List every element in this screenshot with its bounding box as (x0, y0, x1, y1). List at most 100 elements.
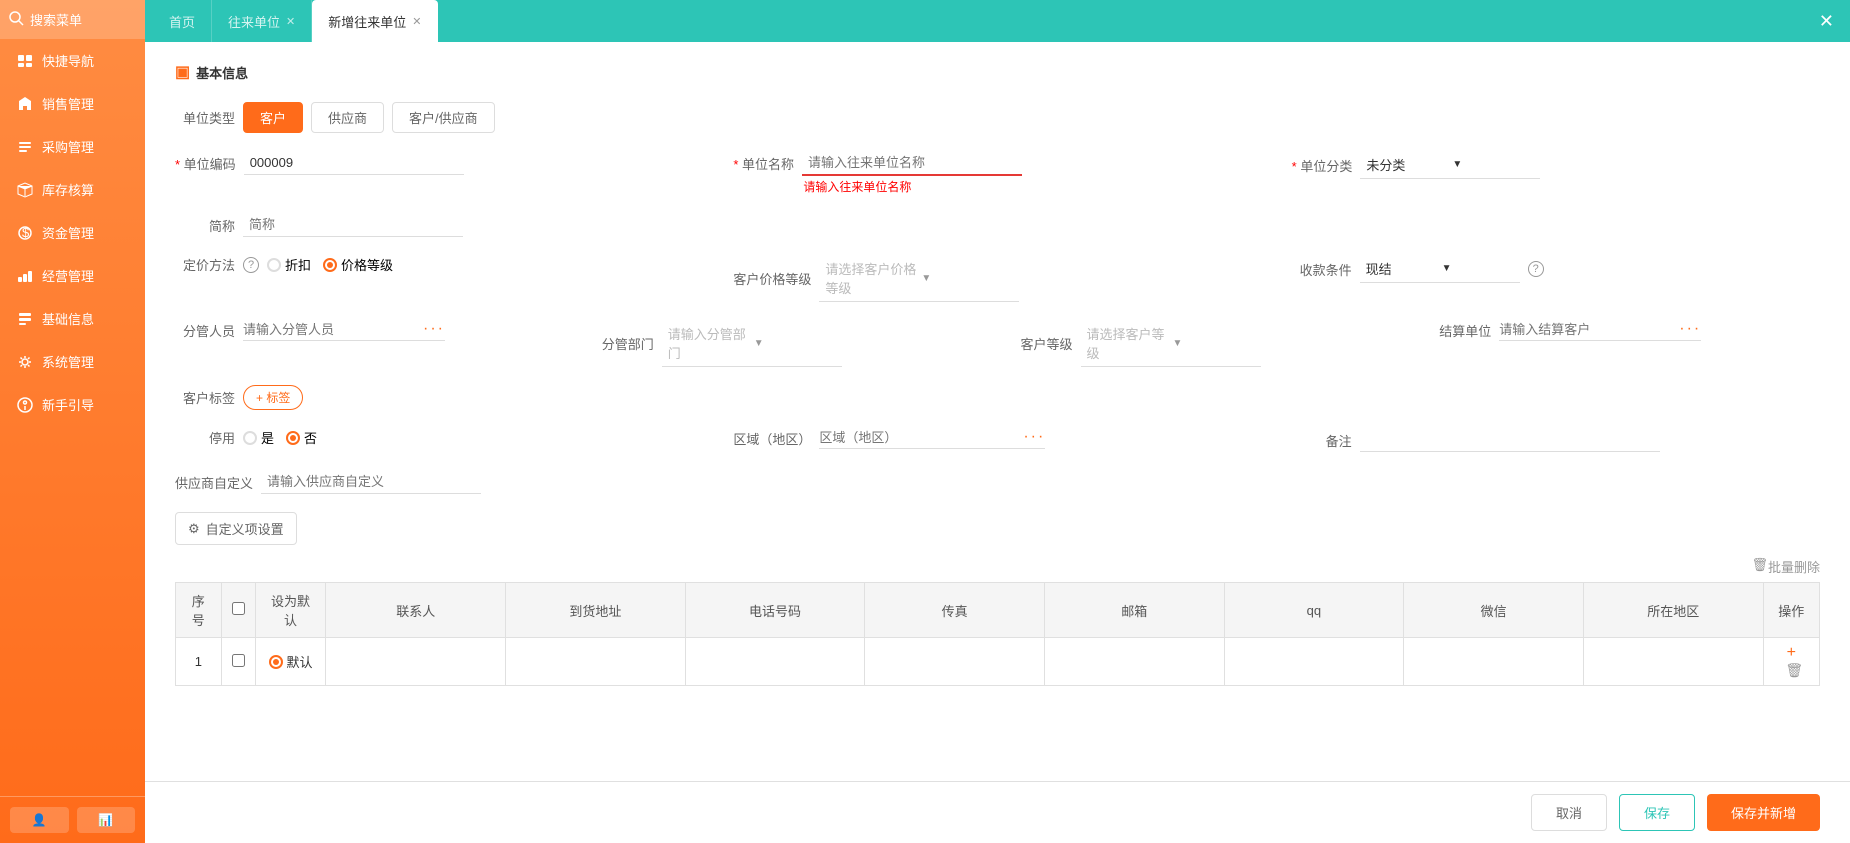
department-select[interactable]: 请输入分管部门 ▼ (662, 320, 842, 367)
close-all-icon[interactable]: ✕ (1811, 11, 1842, 32)
row-wechat-input[interactable] (1414, 654, 1573, 669)
radio-level[interactable]: 价格等级 (323, 255, 393, 274)
sidebar-item-system[interactable]: 系统管理 (0, 340, 145, 383)
radio-no[interactable]: 否 (286, 428, 317, 447)
table-row: 1 默认 (176, 638, 1820, 686)
tab-new-unit-label: 新增往来单位 (328, 12, 406, 31)
sidebar-item-operations[interactable]: 经营管理 (0, 254, 145, 297)
tab-new-unit[interactable]: 新增往来单位 ✕ (312, 0, 438, 42)
settlement-more-btn[interactable]: ··· (1679, 320, 1701, 338)
sidebar-item-finance[interactable]: $ 资金管理 (0, 211, 145, 254)
batch-delete-label[interactable]: 批量删除 (1768, 557, 1820, 576)
manager-input-group: ··· (243, 320, 445, 341)
add-tag-btn[interactable]: + 标签 (243, 385, 303, 410)
sidebar-item-purchase[interactable]: 采购管理 (0, 125, 145, 168)
tab-unit-list-close[interactable]: ✕ (286, 15, 295, 28)
unit-category-group: 单位分类 未分类 ▼ (1292, 151, 1820, 179)
save-new-button[interactable]: 保存并新增 (1707, 794, 1820, 831)
short-name-group: 简称 (175, 213, 1820, 237)
unit-category-arrow: ▼ (1452, 159, 1534, 170)
row-region (1583, 638, 1763, 686)
sidebar-item-label: 销售管理 (42, 94, 94, 113)
row-default-label: 默认 (287, 652, 313, 671)
type-btn-customer[interactable]: 客户 (243, 102, 303, 133)
sidebar-item-inventory[interactable]: 库存核算 (0, 168, 145, 211)
settlement-label: 结算单位 (1431, 321, 1491, 340)
pricing-method-group: 定价方法 ? 折扣 价格等级 (175, 255, 703, 274)
search-menu[interactable]: 搜索菜单 (0, 0, 145, 39)
settlement-input[interactable] (1499, 322, 1675, 337)
row-add-btn[interactable]: + (1787, 644, 1796, 661)
customer-tag-label: 客户标签 (175, 388, 235, 407)
row-contact-input[interactable] (336, 654, 495, 669)
manager-row: 分管人员 ··· 分管部门 请输入分管部门 ▼ 客户等级 请选择客户等级 ▼ (175, 320, 1820, 367)
cancel-button[interactable]: 取消 (1531, 794, 1607, 831)
pricing-radio-group: 折扣 价格等级 (267, 255, 393, 274)
custom-settings-btn[interactable]: ⚙ 自定义项设置 (175, 512, 297, 545)
row-email-input[interactable] (1055, 654, 1214, 669)
supplier-custom-input[interactable] (261, 470, 481, 494)
short-name-row: 简称 (175, 213, 1820, 237)
radio-yes-label: 是 (261, 428, 274, 447)
sidebar-item-quick-nav[interactable]: 快捷导航 (0, 39, 145, 82)
radio-yes[interactable]: 是 (243, 428, 274, 447)
system-icon (16, 353, 34, 371)
sidebar-item-basic[interactable]: 基础信息 (0, 297, 145, 340)
area-more-btn[interactable]: ··· (1023, 428, 1045, 446)
user-btn[interactable]: 👤 (10, 807, 69, 833)
row-fax-input[interactable] (875, 654, 1034, 669)
batch-delete-icon: 🗑 (1751, 557, 1768, 576)
customer-level-select[interactable]: 请选择客户等级 ▼ (1081, 320, 1261, 367)
customer-price-select[interactable]: 请选择客户价格等级 ▼ (819, 255, 1019, 302)
sidebar-item-label: 系统管理 (42, 352, 94, 371)
unit-category-select[interactable]: 未分类 ▼ (1360, 151, 1540, 179)
row-default-radio[interactable]: 默认 (266, 652, 316, 671)
radio-discount-circle (267, 258, 281, 272)
unit-code-input[interactable] (244, 151, 464, 175)
basic-icon (16, 310, 34, 328)
tab-unit-list[interactable]: 往来单位 ✕ (212, 0, 312, 42)
type-btn-supplier[interactable]: 供应商 (311, 102, 384, 133)
customer-price-group: 客户价格等级 请选择客户价格等级 ▼ (733, 255, 1261, 302)
department-group: 分管部门 请输入分管部门 ▼ (594, 320, 983, 367)
sidebar-item-sales[interactable]: 销售管理 (0, 82, 145, 125)
manager-more-btn[interactable]: ··· (423, 320, 445, 338)
row-select[interactable] (232, 654, 245, 667)
unit-type-buttons: 客户 供应商 客户/供应商 (243, 102, 495, 133)
sidebar-item-guide[interactable]: 新手引导 (0, 383, 145, 426)
type-btn-both[interactable]: 客户/供应商 (392, 102, 495, 133)
sidebar-item-label: 快捷导航 (42, 51, 94, 70)
settlement-group: 结算单位 ··· (1431, 320, 1820, 341)
note-input[interactable] (1360, 428, 1660, 452)
row-del-btn[interactable]: 🗑 (1785, 662, 1803, 678)
disabled-area-row: 停用 是 否 区域（地区） ··· (175, 428, 1820, 452)
unit-type-group: 单位类型 客户 供应商 客户/供应商 (175, 102, 1820, 133)
sales-icon (16, 95, 34, 113)
inventory-icon (16, 181, 34, 199)
operations-icon (16, 267, 34, 285)
pricing-help-icon[interactable]: ? (243, 257, 259, 273)
customer-tag-group: 客户标签 + 标签 (175, 385, 1820, 410)
row-qq-input[interactable] (1235, 654, 1394, 669)
short-name-input[interactable] (243, 213, 463, 237)
row-checkbox (221, 638, 255, 686)
manager-input[interactable] (243, 322, 419, 337)
th-default: 设为默认 (255, 583, 326, 638)
customer-price-placeholder: 请选择客户价格等级 (825, 259, 917, 297)
area-input[interactable] (819, 430, 1019, 445)
payment-select[interactable]: 现结 ▼ (1360, 255, 1520, 283)
table-select-all[interactable] (232, 602, 245, 615)
save-button[interactable]: 保存 (1619, 794, 1695, 831)
payment-help-icon[interactable]: ? (1528, 261, 1544, 277)
row-address-input[interactable] (516, 654, 675, 669)
tab-new-unit-close[interactable]: ✕ (412, 15, 421, 28)
row-action: + 🗑 (1763, 638, 1819, 686)
row-phone-input[interactable] (696, 654, 855, 669)
stats-btn[interactable]: 📊 (77, 807, 136, 833)
disabled-radio-group: 是 否 (243, 428, 317, 447)
th-region: 所在地区 (1583, 583, 1763, 638)
row-region-input[interactable] (1594, 654, 1753, 669)
tab-home[interactable]: 首页 (153, 0, 212, 42)
radio-discount[interactable]: 折扣 (267, 255, 311, 274)
unit-name-input[interactable] (802, 151, 1022, 176)
